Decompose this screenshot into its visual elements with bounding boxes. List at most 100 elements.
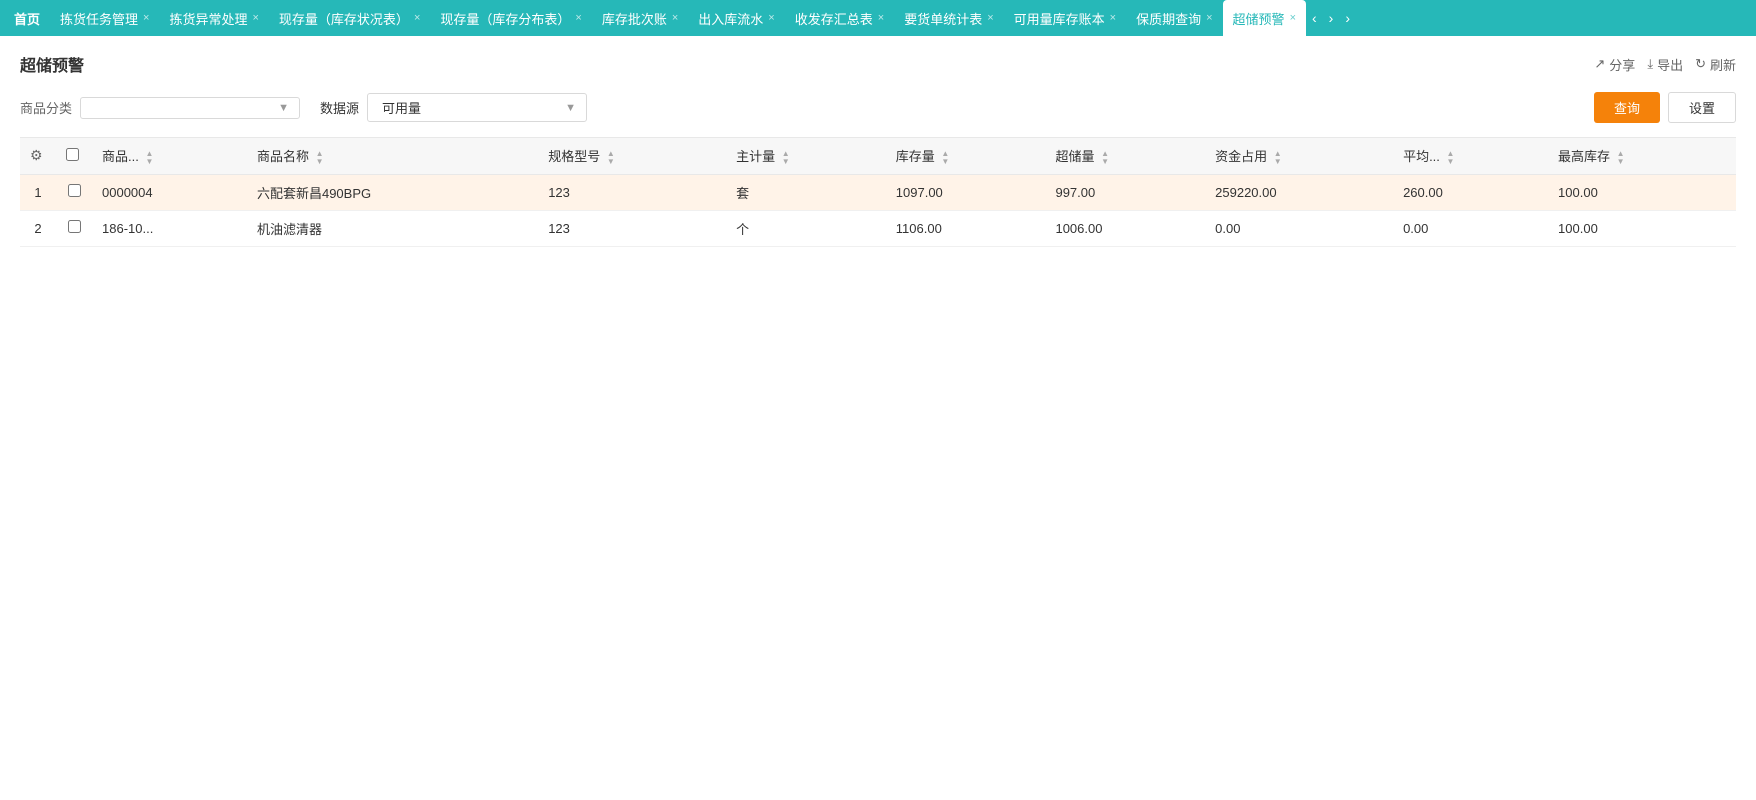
col-unit[interactable]: 主计量 ▲▼ — [726, 138, 886, 175]
nav-item-order-stat[interactable]: 要货单统计表 × — [894, 0, 1003, 36]
cell-capital-1: 259220.00 — [1205, 174, 1393, 210]
datasource-chevron-icon: ▼ — [565, 102, 576, 114]
chevron-down-icon: ▼ — [278, 102, 289, 114]
close-available-ledger[interactable]: × — [1110, 12, 1116, 24]
cell-stock-1: 1097.00 — [886, 174, 1046, 210]
nav-next-arrow[interactable]: › — [1323, 0, 1340, 36]
sort-icon-avg: ▲▼ — [1447, 150, 1455, 166]
cell-spec-2: 123 — [538, 210, 726, 246]
sort-icon-spec: ▲▼ — [607, 150, 615, 166]
row-checkbox-1 — [56, 174, 92, 210]
cell-max-stock-1: 100.00 — [1548, 174, 1736, 210]
nav-item-home[interactable]: 首页 — [4, 0, 50, 36]
col-product-code[interactable]: 商品... ▲▼ — [92, 138, 247, 175]
col-product-name[interactable]: 商品名称 ▲▼ — [247, 138, 538, 175]
nav-item-stock-status[interactable]: 现存量（库存状况表） × — [269, 0, 430, 36]
datasource-filter-group: 数据源 可用量 ▼ — [320, 93, 587, 122]
col-stock[interactable]: 库存量 ▲▼ — [886, 138, 1046, 175]
cell-avg-2: 0.00 — [1393, 210, 1548, 246]
cell-product-code-1: 0000004 — [92, 174, 247, 210]
refresh-button[interactable]: ↻ 刷新 — [1695, 55, 1736, 74]
sort-icon-capital: ▲▼ — [1274, 150, 1282, 166]
table-header-row: ⚙ 商品... ▲▼ 商品名称 ▲▼ 规格型号 ▲▼ 主计 — [20, 138, 1736, 175]
nav-item-pick-task[interactable]: 拣货任务管理 × — [50, 0, 159, 36]
nav-item-available-ledger[interactable]: 可用量库存账本 × — [1004, 0, 1126, 36]
cell-max-stock-2: 100.00 — [1548, 210, 1736, 246]
category-filter-group: 商品分类 ▼ — [20, 97, 300, 119]
share-icon: ↗ — [1594, 56, 1605, 72]
row-select-1[interactable] — [68, 184, 81, 197]
close-pick-task[interactable]: × — [143, 12, 149, 24]
cell-overstock-2: 1006.00 — [1045, 210, 1205, 246]
header-actions: ↗ 分享 ⤓ 导出 ↻ 刷新 — [1594, 55, 1736, 74]
cell-avg-1: 260.00 — [1393, 174, 1548, 210]
sort-icon-unit: ▲▼ — [782, 150, 790, 166]
gear-icon[interactable]: ⚙ — [30, 147, 43, 163]
datasource-select[interactable]: 可用量 ▼ — [367, 93, 587, 122]
row-num-2: 2 — [20, 210, 56, 246]
nav-item-inout-flow[interactable]: 出入库流水 × — [688, 0, 784, 36]
close-stock-dist[interactable]: × — [575, 12, 581, 24]
cell-product-name-2: 机油滤清器 — [247, 210, 538, 246]
col-select-all — [56, 138, 92, 175]
close-stock-status[interactable]: × — [414, 12, 420, 24]
close-shelf-life[interactable]: × — [1206, 12, 1212, 24]
page-title: 超储预警 — [20, 52, 84, 76]
row-num-1: 1 — [20, 174, 56, 210]
cell-unit-1: 套 — [726, 174, 886, 210]
col-max-stock[interactable]: 最高库存 ▲▼ — [1548, 138, 1736, 175]
query-button[interactable]: 查询 — [1594, 92, 1660, 123]
cell-overstock-1: 997.00 — [1045, 174, 1205, 210]
sort-icon-product-code: ▲▼ — [145, 150, 153, 166]
category-label: 商品分类 — [20, 98, 72, 117]
nav-item-batch-ledger[interactable]: 库存批次账 × — [592, 0, 688, 36]
close-recv-sum[interactable]: × — [878, 12, 884, 24]
col-spec[interactable]: 规格型号 ▲▼ — [538, 138, 726, 175]
data-table: ⚙ 商品... ▲▼ 商品名称 ▲▼ 规格型号 ▲▼ 主计 — [20, 137, 1736, 247]
page-header: 超储预警 ↗ 分享 ⤓ 导出 ↻ 刷新 — [20, 52, 1736, 76]
sort-icon-overstock: ▲▼ — [1101, 150, 1109, 166]
datasource-value: 可用量 — [382, 98, 421, 117]
filter-row: 商品分类 ▼ 数据源 可用量 ▼ 查询 设置 — [20, 92, 1736, 123]
close-order-stat[interactable]: × — [987, 12, 993, 24]
cell-product-name-1: 六配套新昌490BPG — [247, 174, 538, 210]
page-content: 超储预警 ↗ 分享 ⤓ 导出 ↻ 刷新 商品分类 ▼ 数据源 — [0, 36, 1756, 800]
share-button[interactable]: ↗ 分享 — [1594, 55, 1635, 74]
nav-item-stock-dist[interactable]: 现存量（库存分布表） × — [430, 0, 591, 36]
row-select-2[interactable] — [68, 220, 81, 233]
col-overstock[interactable]: 超储量 ▲▼ — [1045, 138, 1205, 175]
table-row: 1 0000004 六配套新昌490BPG 123 套 1097.00 997.… — [20, 174, 1736, 210]
col-gear: ⚙ — [20, 138, 56, 175]
sort-icon-stock: ▲▼ — [941, 150, 949, 166]
nav-item-recv-sum[interactable]: 收发存汇总表 × — [785, 0, 894, 36]
nav-item-overstock-warn[interactable]: 超储预警 × — [1223, 0, 1306, 36]
cell-capital-2: 0.00 — [1205, 210, 1393, 246]
nav-more-arrow[interactable]: › — [1339, 0, 1356, 36]
datasource-label: 数据源 — [320, 98, 359, 117]
sort-icon-max-stock: ▲▼ — [1617, 150, 1625, 166]
nav-item-pick-exception[interactable]: 拣货异常处理 × — [159, 0, 268, 36]
table-row: 2 186-10... 机油滤清器 123 个 1106.00 1006.00 … — [20, 210, 1736, 246]
cell-unit-2: 个 — [726, 210, 886, 246]
col-avg[interactable]: 平均... ▲▼ — [1393, 138, 1548, 175]
category-select[interactable]: ▼ — [80, 97, 300, 119]
cell-product-code-2: 186-10... — [92, 210, 247, 246]
top-navigation: 首页 拣货任务管理 × 拣货异常处理 × 现存量（库存状况表） × 现存量（库存… — [0, 0, 1756, 36]
close-inout-flow[interactable]: × — [768, 12, 774, 24]
cell-stock-2: 1106.00 — [886, 210, 1046, 246]
set-button[interactable]: 设置 — [1668, 92, 1736, 123]
close-batch-ledger[interactable]: × — [672, 12, 678, 24]
row-checkbox-2 — [56, 210, 92, 246]
export-button[interactable]: ⤓ 导出 — [1647, 55, 1683, 74]
nav-prev-arrow[interactable]: ‹ — [1306, 0, 1323, 36]
col-capital[interactable]: 资金占用 ▲▼ — [1205, 138, 1393, 175]
select-all-checkbox[interactable] — [66, 148, 79, 161]
refresh-icon: ↻ — [1695, 56, 1706, 72]
export-icon: ⤓ — [1647, 56, 1653, 72]
nav-item-shelf-life[interactable]: 保质期查询 × — [1126, 0, 1222, 36]
cell-spec-1: 123 — [538, 174, 726, 210]
filter-actions: 查询 设置 — [1594, 92, 1736, 123]
close-pick-exception[interactable]: × — [252, 12, 258, 24]
sort-icon-product-name: ▲▼ — [316, 150, 324, 166]
close-overstock-warn[interactable]: × — [1290, 12, 1296, 24]
